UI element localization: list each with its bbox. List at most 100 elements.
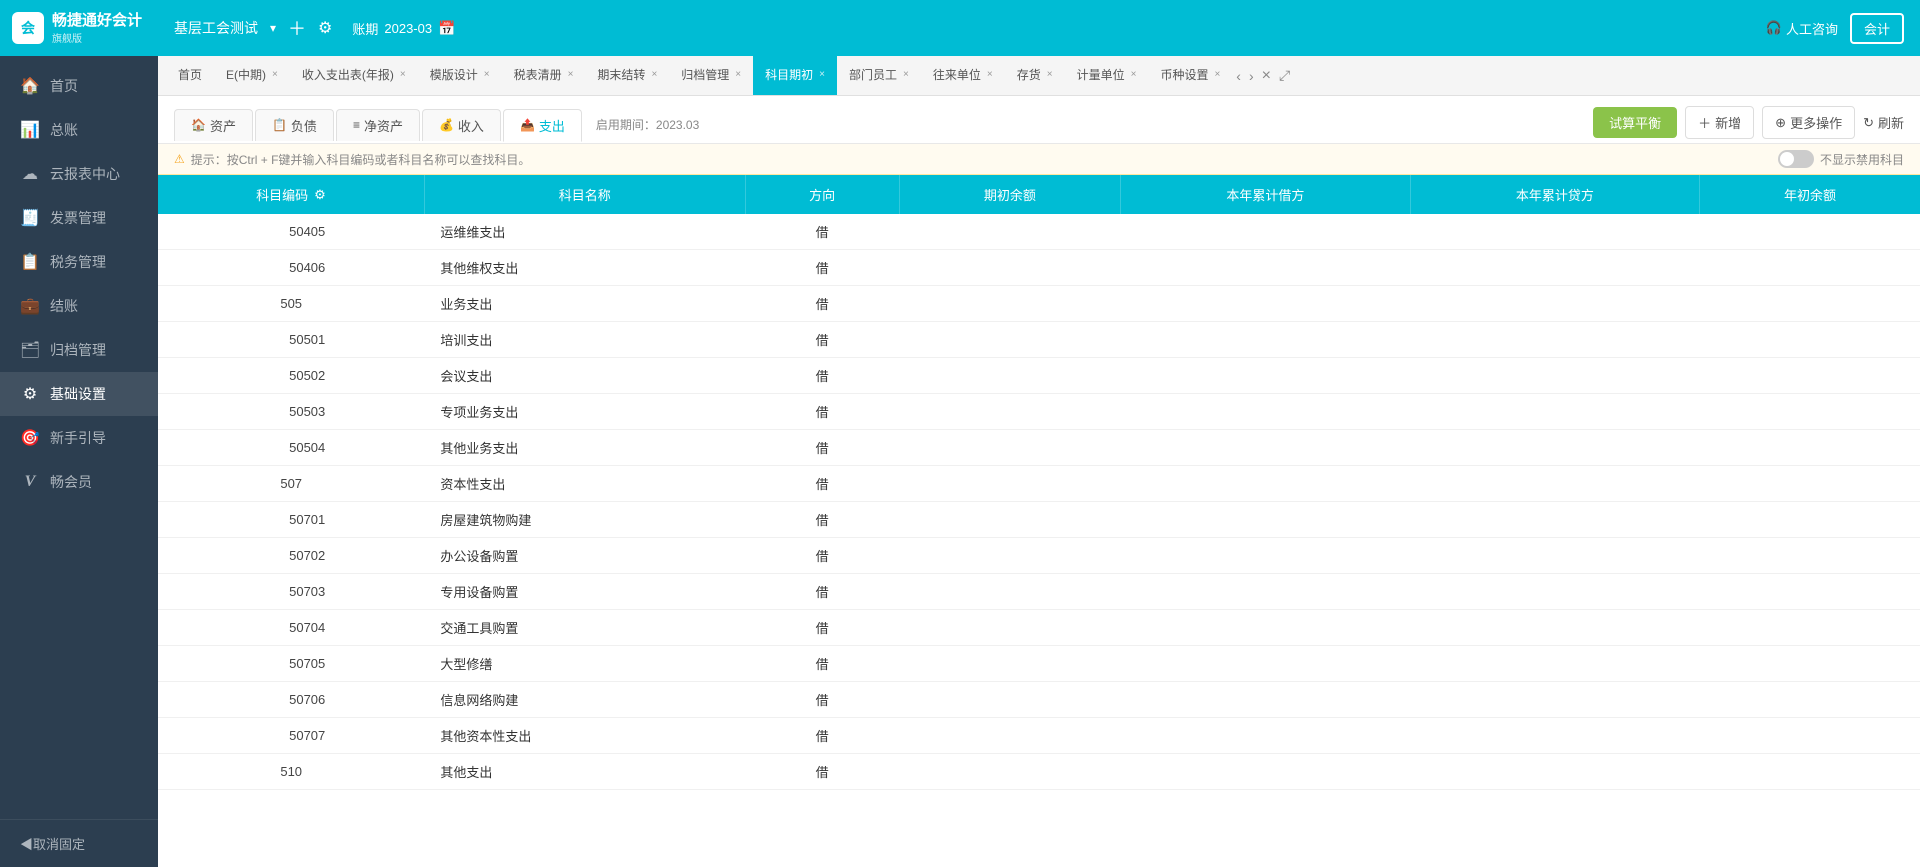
- tab-close-dept[interactable]: ×: [903, 69, 909, 80]
- sub-tab-expense[interactable]: 📤 支出: [503, 109, 582, 142]
- balance-button[interactable]: 试算平衡: [1593, 107, 1677, 138]
- cell-year-start: [1700, 214, 1920, 250]
- table-row[interactable]: 50705 大型修缮 借: [158, 646, 1920, 682]
- sidebar-item-member[interactable]: V 畅会员: [0, 460, 158, 504]
- tab-close-counterpart[interactable]: ×: [987, 69, 993, 80]
- cell-ytd-debit: [1121, 286, 1410, 322]
- cell-code: 505: [158, 286, 424, 322]
- sidebar-item-settings[interactable]: ⚙ 基础设置: [0, 372, 158, 416]
- cell-ytd-debit: [1121, 322, 1410, 358]
- table-row[interactable]: 50502 会议支出 借: [158, 358, 1920, 394]
- tab-close-subject[interactable]: ×: [819, 69, 825, 80]
- tab-close-archive[interactable]: ×: [735, 69, 741, 80]
- cell-ytd-credit: [1410, 358, 1699, 394]
- calendar-icon[interactable]: 📅: [438, 20, 455, 37]
- tab-income-report[interactable]: 收入支出表(年报) ×: [290, 56, 418, 95]
- consultation-button[interactable]: 🎧 人工咨询: [1766, 19, 1838, 38]
- tab-counterpart[interactable]: 往来单位 ×: [921, 56, 1005, 95]
- tab-template[interactable]: 模版设计 ×: [418, 56, 502, 95]
- sidebar: 会 畅捷通好会计 旗舰版 🏠 首页 📊 总账 ☁ 云报表中心 🧾 发票管理 📋 …: [0, 0, 158, 867]
- kuaiji-button[interactable]: 会计: [1850, 13, 1904, 44]
- table-row[interactable]: 50501 培训支出 借: [158, 322, 1920, 358]
- tab-currency[interactable]: 币种设置 ×: [1148, 56, 1232, 95]
- sidebar-item-guide[interactable]: 🎯 新手引导: [0, 416, 158, 460]
- tab-subject-initial[interactable]: 科目期初 ×: [753, 56, 837, 95]
- table-row[interactable]: 50406 其他维权支出 借: [158, 250, 1920, 286]
- sidebar-item-cloud-report[interactable]: ☁ 云报表中心: [0, 152, 158, 196]
- sidebar-toggle-pin[interactable]: ◀取消固定: [0, 819, 158, 867]
- tab-expand-button[interactable]: ⤢: [1275, 63, 1294, 88]
- table-row[interactable]: 510 其他支出 借: [158, 754, 1920, 790]
- app-logo: 会 畅捷通好会计 旗舰版: [0, 0, 158, 56]
- tab-period-close[interactable]: 期末结转 ×: [585, 56, 669, 95]
- tab-close-income[interactable]: ×: [400, 69, 406, 80]
- cell-year-start: [1700, 646, 1920, 682]
- table-row[interactable]: 50405 运维维支出 借: [158, 214, 1920, 250]
- sidebar-item-checkout[interactable]: 💼 结账: [0, 284, 158, 328]
- table-row[interactable]: 50707 其他资本性支出 借: [158, 718, 1920, 754]
- sidebar-item-home[interactable]: 🏠 首页: [0, 64, 158, 108]
- table-row[interactable]: 50706 信息网络购建 借: [158, 682, 1920, 718]
- table-row[interactable]: 50503 专项业务支出 借: [158, 394, 1920, 430]
- table-row[interactable]: 505 业务支出 借: [158, 286, 1920, 322]
- table-row[interactable]: 507 资本性支出 借: [158, 466, 1920, 502]
- add-tab-button[interactable]: ＋: [288, 15, 306, 41]
- dropdown-icon[interactable]: ▾: [270, 21, 276, 35]
- header-settings-icon[interactable]: ⚙: [318, 18, 332, 38]
- tab-next-button[interactable]: ›: [1245, 64, 1258, 88]
- sub-tab-net-assets[interactable]: ≡ 净资产: [336, 109, 420, 141]
- tab-close-all-button[interactable]: ×: [1258, 63, 1275, 89]
- sidebar-label-archive: 归档管理: [50, 340, 106, 360]
- cell-name: 办公设备购置: [424, 538, 745, 574]
- tab-label-subject: 科目期初: [765, 66, 813, 83]
- add-icon: ＋: [1698, 113, 1711, 132]
- tab-unit[interactable]: 计量单位 ×: [1065, 56, 1149, 95]
- tab-close-unit[interactable]: ×: [1131, 69, 1137, 80]
- sidebar-item-invoice[interactable]: 🧾 发票管理: [0, 196, 158, 240]
- cell-code: 50406: [158, 250, 424, 286]
- content-area: 🏠 资产 📋 负债 ≡ 净资产 💰 收入 📤 支出 启用期间：2023.03: [158, 96, 1920, 867]
- more-actions-button[interactable]: ⊕ 更多操作: [1762, 106, 1855, 139]
- sub-tab-assets[interactable]: 🏠 资产: [174, 109, 253, 141]
- tab-inventory[interactable]: 存货 ×: [1005, 56, 1065, 95]
- tab-dept-staff[interactable]: 部门员工 ×: [837, 56, 921, 95]
- table-row[interactable]: 50702 办公设备购置 借: [158, 538, 1920, 574]
- col-settings-icon[interactable]: ⚙: [314, 187, 326, 203]
- sub-tab-income[interactable]: 💰 收入: [422, 109, 501, 141]
- disabled-toggle[interactable]: [1778, 150, 1814, 168]
- cell-initial-balance: [899, 682, 1121, 718]
- tab-archive-mgmt[interactable]: 归档管理 ×: [669, 56, 753, 95]
- add-button[interactable]: ＋ 新增: [1685, 106, 1754, 139]
- tab-close-midterm[interactable]: ×: [272, 69, 278, 80]
- table-row[interactable]: 50704 交通工具购置 借: [158, 610, 1920, 646]
- tab-tax-table[interactable]: 税表清册 ×: [502, 56, 586, 95]
- cell-dir: 借: [745, 286, 899, 322]
- sidebar-nav: 🏠 首页 📊 总账 ☁ 云报表中心 🧾 发票管理 📋 税务管理 💼 结账 🗂 归…: [0, 56, 158, 819]
- expense-icon: 📤: [520, 118, 535, 132]
- tab-home[interactable]: 首页: [166, 56, 214, 95]
- assets-icon: 🏠: [191, 118, 206, 132]
- table-row[interactable]: 50701 房屋建筑物购建 借: [158, 502, 1920, 538]
- sidebar-item-tax[interactable]: 📋 税务管理: [0, 240, 158, 284]
- cell-ytd-credit: [1410, 538, 1699, 574]
- cell-dir: 借: [745, 502, 899, 538]
- sidebar-item-general-ledger[interactable]: 📊 总账: [0, 108, 158, 152]
- tab-midterm[interactable]: E(中期) ×: [214, 56, 290, 95]
- cell-year-start: [1700, 538, 1920, 574]
- tab-close-template[interactable]: ×: [484, 69, 490, 80]
- sub-tab-label-liabilities: 负债: [291, 116, 317, 135]
- cell-ytd-credit: [1410, 250, 1699, 286]
- table-row[interactable]: 50504 其他业务支出 借: [158, 430, 1920, 466]
- tab-close-currency[interactable]: ×: [1214, 69, 1220, 80]
- tab-prev-button[interactable]: ‹: [1232, 64, 1245, 88]
- sub-tab-label-net-assets: 净资产: [364, 116, 403, 135]
- sub-tab-liabilities[interactable]: 📋 负债: [255, 109, 334, 141]
- tab-close-tax[interactable]: ×: [568, 69, 574, 80]
- cell-code: 50706: [158, 682, 424, 718]
- tab-close-period[interactable]: ×: [651, 69, 657, 80]
- table-row[interactable]: 50703 专用设备购置 借: [158, 574, 1920, 610]
- tab-close-inventory[interactable]: ×: [1047, 69, 1053, 80]
- sidebar-item-archive[interactable]: 🗂 归档管理: [0, 328, 158, 372]
- refresh-button[interactable]: ↻ 刷新: [1863, 113, 1904, 132]
- cell-ytd-credit: [1410, 682, 1699, 718]
